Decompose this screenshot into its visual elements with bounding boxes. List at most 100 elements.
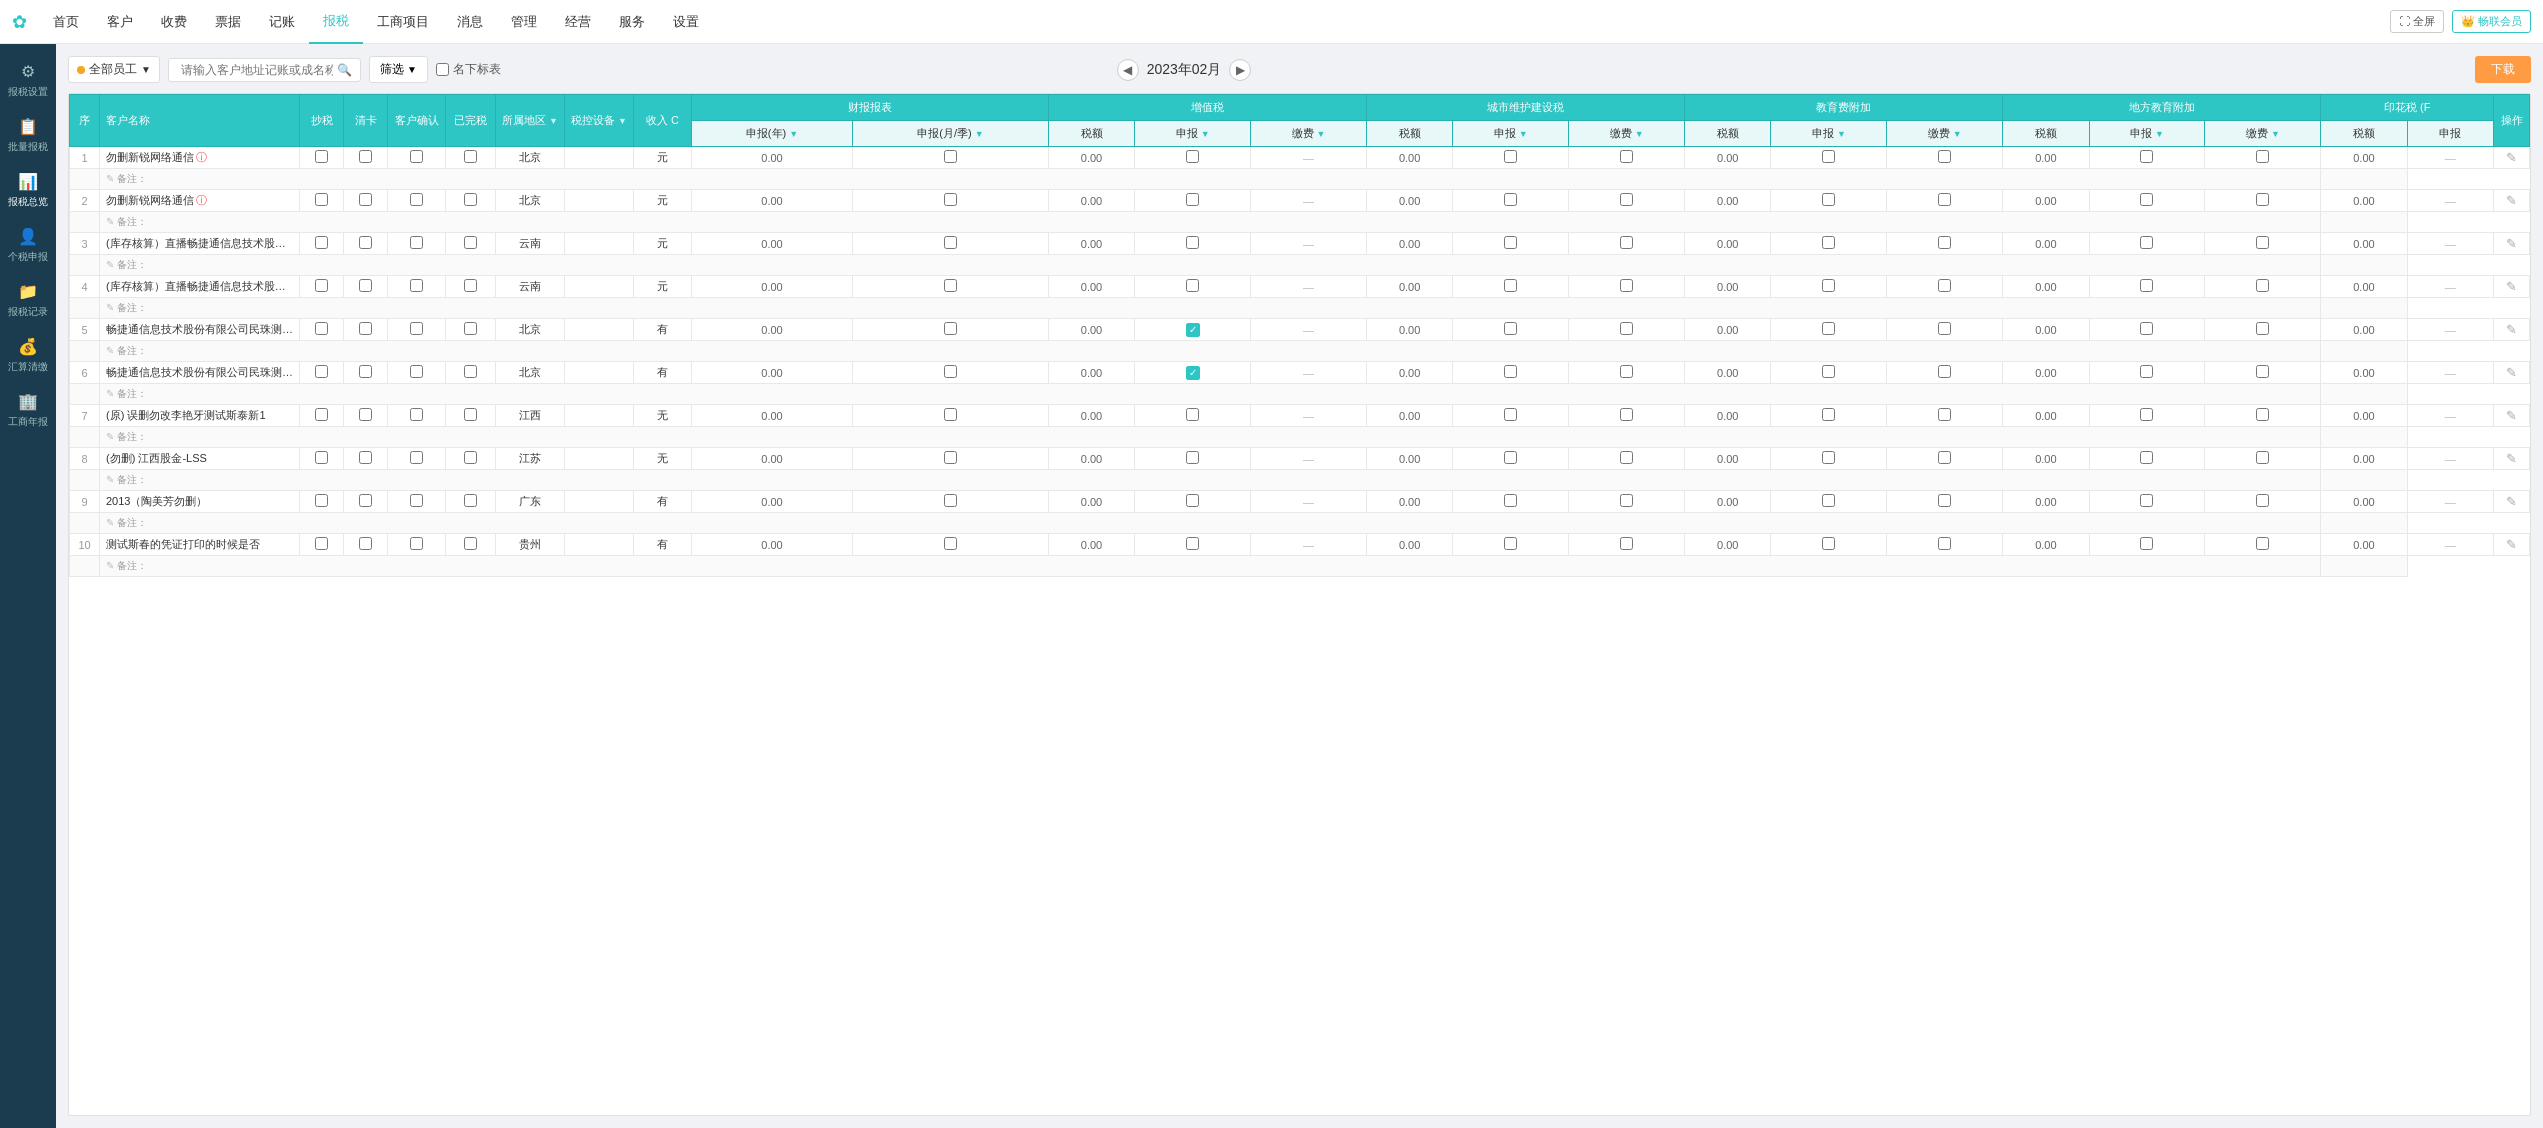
owner-confirm-checkbox[interactable]	[410, 365, 423, 378]
edu-declare-checkbox[interactable]	[1822, 279, 1835, 292]
edu-declare-checkbox[interactable]	[1822, 193, 1835, 206]
employee-filter[interactable]: 全部员工 ▼	[68, 56, 160, 83]
edu-declare-checkbox[interactable]	[1822, 150, 1835, 163]
declared-checkbox[interactable]	[464, 365, 477, 378]
edu-declare-checkbox[interactable]	[1822, 494, 1835, 507]
edu-pay-checkbox[interactable]	[1938, 494, 1951, 507]
nav-management[interactable]: 管理	[497, 0, 551, 44]
tax-copy-checkbox[interactable]	[315, 365, 328, 378]
local-declare-checkbox[interactable]	[2140, 193, 2153, 206]
edit-icon[interactable]: ✎	[2506, 365, 2517, 380]
edu-pay-checkbox[interactable]	[1938, 279, 1951, 292]
clear-card-checkbox[interactable]	[359, 537, 372, 550]
local-declare-checkbox[interactable]	[2140, 408, 2153, 421]
edu-declare-checkbox[interactable]	[1822, 236, 1835, 249]
vat-checkbox[interactable]	[1186, 279, 1199, 292]
remark-edit-icon[interactable]: ✎	[106, 259, 114, 270]
edit-icon[interactable]: ✎	[2506, 150, 2517, 165]
edit-icon[interactable]: ✎	[2506, 494, 2517, 509]
urban-declare-checkbox[interactable]	[1504, 193, 1517, 206]
urban-pay-checkbox[interactable]	[1620, 537, 1633, 550]
local-pay-checkbox[interactable]	[2256, 408, 2269, 421]
vat-checkbox[interactable]	[1186, 451, 1199, 464]
download-button[interactable]: 下载	[2475, 56, 2531, 83]
local-pay-checkbox[interactable]	[2256, 365, 2269, 378]
remark-edit-icon[interactable]: ✎	[106, 517, 114, 528]
owner-confirm-checkbox[interactable]	[410, 236, 423, 249]
edu-pay-checkbox[interactable]	[1938, 236, 1951, 249]
nav-operations[interactable]: 经营	[551, 0, 605, 44]
search-input[interactable]	[177, 59, 337, 81]
sidebar-item-tax-settings[interactable]: ⚙ 报税设置	[0, 52, 56, 107]
local-declare-checkbox[interactable]	[2140, 279, 2153, 292]
next-month-button[interactable]: ▶	[1229, 59, 1251, 81]
edu-pay-checkbox[interactable]	[1938, 451, 1951, 464]
urban-pay-checkbox[interactable]	[1620, 236, 1633, 249]
nav-clients[interactable]: 客户	[93, 0, 147, 44]
tax-copy-checkbox[interactable]	[315, 408, 328, 421]
nav-tax[interactable]: 报税	[309, 0, 363, 44]
remark-edit-icon[interactable]: ✎	[106, 345, 114, 356]
remark-edit-icon[interactable]: ✎	[106, 388, 114, 399]
vat-checkbox[interactable]	[1186, 150, 1199, 163]
fin-year-checkbox[interactable]	[944, 279, 957, 292]
local-pay-checkbox[interactable]	[2256, 537, 2269, 550]
vat-checkbox[interactable]	[1186, 408, 1199, 421]
declared-checkbox[interactable]	[464, 279, 477, 292]
clear-card-checkbox[interactable]	[359, 408, 372, 421]
nav-service[interactable]: 服务	[605, 0, 659, 44]
owner-confirm-checkbox[interactable]	[410, 150, 423, 163]
urban-declare-checkbox[interactable]	[1504, 279, 1517, 292]
local-pay-checkbox[interactable]	[2256, 236, 2269, 249]
prev-month-button[interactable]: ◀	[1117, 59, 1139, 81]
urban-declare-checkbox[interactable]	[1504, 494, 1517, 507]
owner-confirm-checkbox[interactable]	[410, 494, 423, 507]
fin-year-checkbox[interactable]	[944, 365, 957, 378]
clear-card-checkbox[interactable]	[359, 193, 372, 206]
local-declare-checkbox[interactable]	[2140, 451, 2153, 464]
sidebar-item-batch-tax[interactable]: 📋 批量报税	[0, 107, 56, 162]
edu-declare-checkbox[interactable]	[1822, 322, 1835, 335]
fin-year-checkbox[interactable]	[944, 408, 957, 421]
nav-home[interactable]: 首页	[39, 0, 93, 44]
tax-copy-checkbox[interactable]	[315, 494, 328, 507]
remark-edit-icon[interactable]: ✎	[106, 173, 114, 184]
urban-pay-checkbox[interactable]	[1620, 322, 1633, 335]
local-pay-checkbox[interactable]	[2256, 322, 2269, 335]
local-pay-checkbox[interactable]	[2256, 451, 2269, 464]
nav-settings[interactable]: 设置	[659, 0, 713, 44]
local-declare-checkbox[interactable]	[2140, 365, 2153, 378]
owner-confirm-checkbox[interactable]	[410, 322, 423, 335]
declared-checkbox[interactable]	[464, 451, 477, 464]
declared-checkbox[interactable]	[464, 322, 477, 335]
edu-declare-checkbox[interactable]	[1822, 451, 1835, 464]
local-pay-checkbox[interactable]	[2256, 494, 2269, 507]
local-pay-checkbox[interactable]	[2256, 279, 2269, 292]
sidebar-item-personal-tax[interactable]: 👤 个税申报	[0, 217, 56, 272]
edit-icon[interactable]: ✎	[2506, 537, 2517, 552]
named-list-checkbox[interactable]	[436, 63, 449, 76]
tax-copy-checkbox[interactable]	[315, 236, 328, 249]
edit-icon[interactable]: ✎	[2506, 408, 2517, 423]
tax-copy-checkbox[interactable]	[315, 193, 328, 206]
clear-card-checkbox[interactable]	[359, 365, 372, 378]
edit-icon[interactable]: ✎	[2506, 193, 2517, 208]
sidebar-item-tax-records[interactable]: 📁 报税记录	[0, 272, 56, 327]
vat-checkbox[interactable]	[1186, 193, 1199, 206]
declared-checkbox[interactable]	[464, 408, 477, 421]
urban-pay-checkbox[interactable]	[1620, 193, 1633, 206]
owner-confirm-checkbox[interactable]	[410, 279, 423, 292]
local-declare-checkbox[interactable]	[2140, 494, 2153, 507]
edit-icon[interactable]: ✎	[2506, 451, 2517, 466]
remark-edit-icon[interactable]: ✎	[106, 216, 114, 227]
nav-bookkeeping[interactable]: 记账	[255, 0, 309, 44]
named-list-button[interactable]: 名下标表	[436, 61, 501, 78]
declared-checkbox[interactable]	[464, 494, 477, 507]
edu-declare-checkbox[interactable]	[1822, 365, 1835, 378]
urban-declare-checkbox[interactable]	[1504, 365, 1517, 378]
local-declare-checkbox[interactable]	[2140, 150, 2153, 163]
tax-copy-checkbox[interactable]	[315, 451, 328, 464]
urban-declare-checkbox[interactable]	[1504, 322, 1517, 335]
fin-year-checkbox[interactable]	[944, 322, 957, 335]
declared-checkbox[interactable]	[464, 193, 477, 206]
